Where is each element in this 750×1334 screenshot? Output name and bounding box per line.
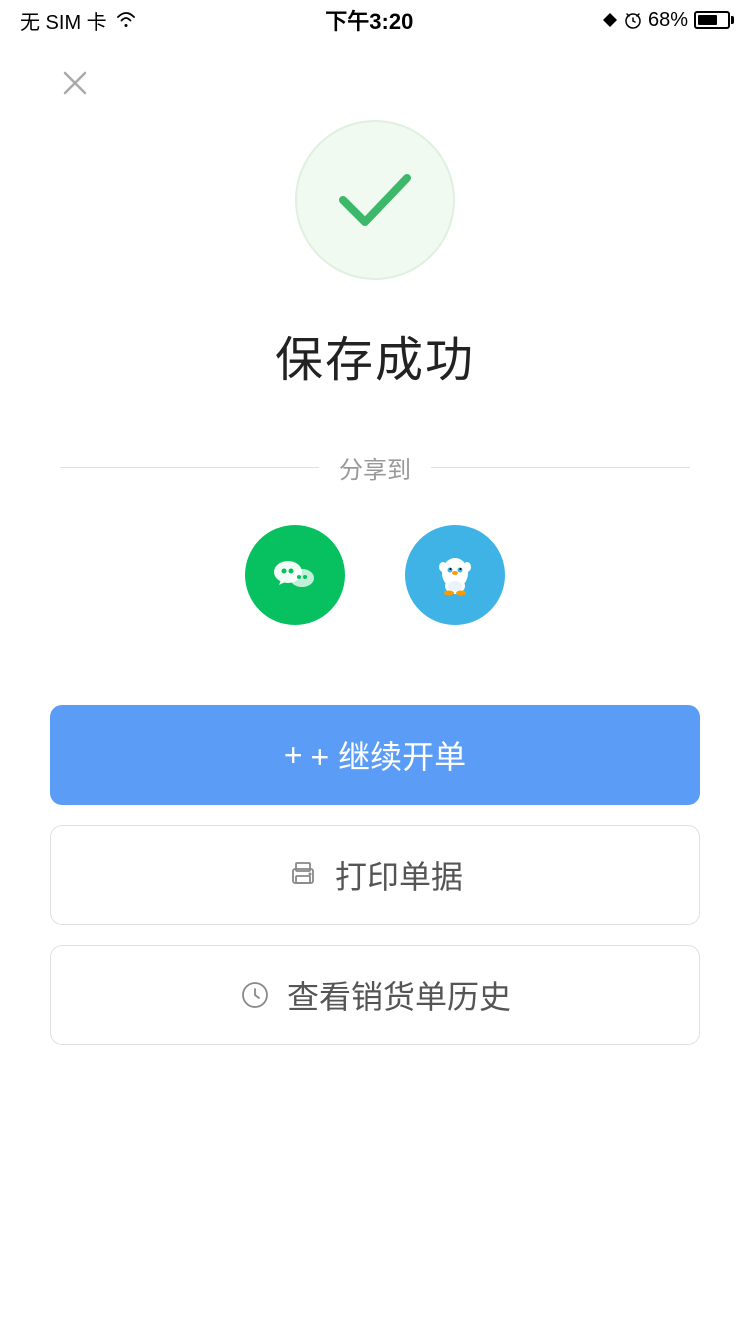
print-label: 打印单据 — [335, 852, 463, 898]
share-label: 分享到 — [319, 450, 431, 485]
sim-status: 无 SIM 卡 — [20, 6, 107, 35]
continue-icon: + — [284, 737, 303, 774]
success-title: 保存成功 — [275, 320, 475, 390]
close-button[interactable] — [50, 58, 100, 108]
battery-percent: 68% — [648, 9, 688, 32]
print-button[interactable]: 打印单据 — [50, 825, 700, 925]
alarm-icon — [624, 11, 642, 29]
close-icon — [60, 68, 90, 98]
divider-line-left — [60, 467, 319, 468]
wechat-share-button[interactable] — [245, 525, 345, 625]
battery-icon — [694, 11, 730, 29]
history-icon — [239, 979, 271, 1011]
share-divider: 分享到 — [0, 450, 750, 485]
status-right: 68% — [602, 9, 730, 32]
continue-button[interactable]: + + 继续开单 — [50, 705, 700, 805]
checkmark-icon — [335, 168, 415, 232]
location-icon — [602, 12, 618, 28]
wechat-icon — [265, 545, 325, 605]
qq-share-button[interactable] — [405, 525, 505, 625]
status-left: 无 SIM 卡 — [20, 6, 137, 35]
success-circle — [295, 120, 455, 280]
history-button[interactable]: 查看销货单历史 — [50, 945, 700, 1045]
share-icons-row — [245, 525, 505, 625]
status-bar: 无 SIM 卡 下午3:20 68% — [0, 0, 750, 40]
action-buttons: + + 继续开单 打印单据 查看销货单历史 — [0, 705, 750, 1045]
status-time: 下午3:20 — [325, 4, 413, 36]
history-label: 查看销货单历史 — [287, 972, 511, 1018]
wifi-icon — [115, 12, 137, 28]
qq-icon — [425, 545, 485, 605]
print-icon — [287, 859, 319, 891]
divider-line-right — [431, 467, 690, 468]
main-content: 保存成功 分享到 — [0, 40, 750, 1045]
continue-label: + 继续开单 — [311, 732, 467, 778]
